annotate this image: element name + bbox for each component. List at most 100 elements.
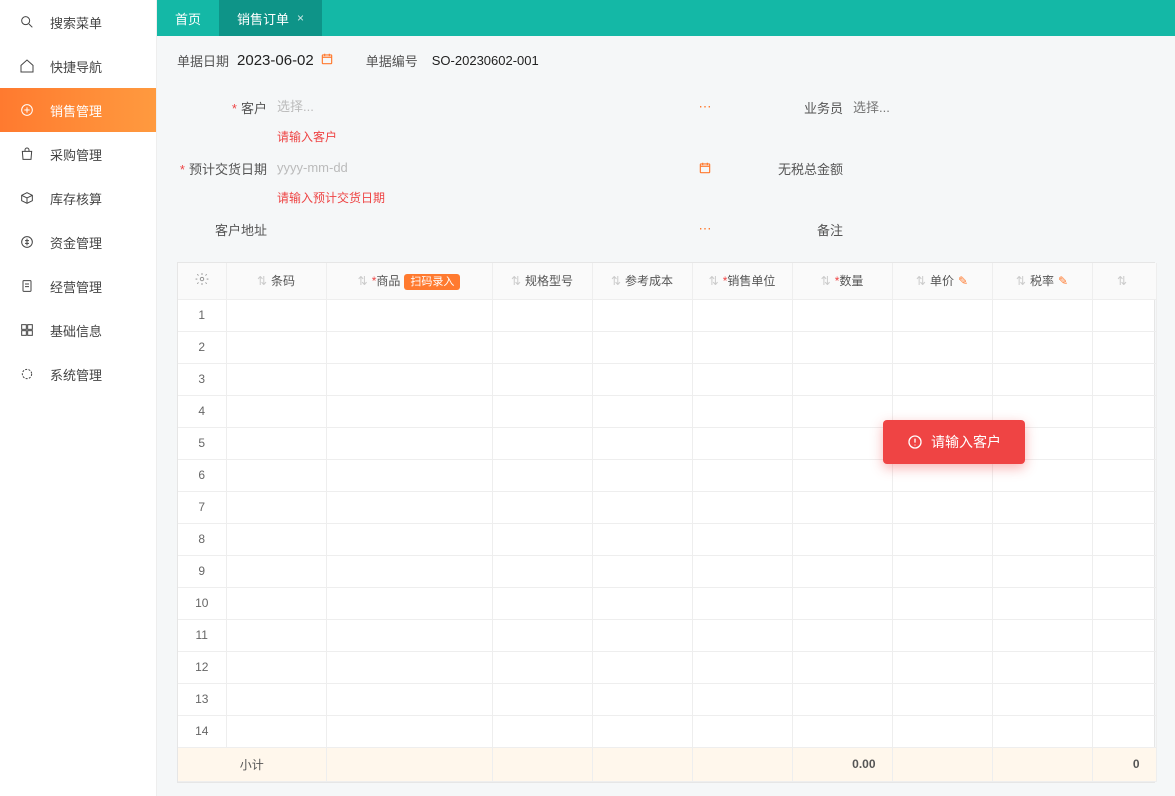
address-input[interactable] [277,214,697,244]
col-qty[interactable]: ⇅*数量 [792,263,892,299]
badge-icon [18,101,36,119]
sidebar-item-system[interactable]: 系统管理 [0,352,156,396]
remark-input[interactable] [853,214,1113,244]
table-header-row: ⇅条码 ⇅*商品扫码录入 ⇅规格型号 ⇅参考成本 ⇅*销售单位 ⇅*数量 ⇅单价… [178,263,1156,299]
tab-label: 首页 [175,9,201,28]
subtotal-last: 0 [1092,747,1156,781]
sidebar-item-operations[interactable]: 经营管理 [0,264,156,308]
row-number: 5 [178,427,226,459]
row-number: 11 [178,619,226,651]
sidebar: 搜索菜单 快捷导航 销售管理 采购管理 库存核算 资金管理 经营管理 基础信息 … [0,0,157,796]
row-number: 13 [178,683,226,715]
row-number: 6 [178,459,226,491]
doc-date-value[interactable]: 2023-06-02 [237,52,314,69]
error-toast: 请输入客户 [883,420,1025,464]
row-number: 14 [178,715,226,747]
warning-icon [907,434,923,450]
sidebar-item-label: 系统管理 [50,365,102,384]
salesman-input[interactable] [853,92,1113,122]
document-bar: 单据日期 2023-06-02 单据编号 SO-20230602-001 [157,36,1175,84]
box-icon [18,189,36,207]
table-row[interactable]: 11 [178,619,1156,651]
tabbar: 首页 销售订单 × [157,0,1175,36]
sidebar-item-label: 搜索菜单 [50,13,102,32]
tab-home[interactable]: 首页 [157,0,219,36]
edit-icon[interactable]: ✎ [958,274,968,288]
row-number: 7 [178,491,226,523]
sidebar-item-finance[interactable]: 资金管理 [0,220,156,264]
content: 单据日期 2023-06-02 单据编号 SO-20230602-001 客户 … [157,36,1175,796]
delivery-label: 预计交货日期 [177,159,277,178]
coin-icon [18,233,36,251]
grid-icon [18,321,36,339]
col-cost[interactable]: ⇅参考成本 [592,263,692,299]
picker-icon[interactable]: ⋯ [697,99,713,115]
sidebar-item-basicinfo[interactable]: 基础信息 [0,308,156,352]
salesman-label: 业务员 [773,98,853,117]
edit-icon[interactable]: ✎ [1058,274,1068,288]
doc-no-value: SO-20230602-001 [432,53,539,68]
sidebar-item-label: 基础信息 [50,321,102,340]
subtotal-qty: 0.00 [792,747,892,781]
row-number: 9 [178,555,226,587]
tab-sales-order[interactable]: 销售订单 × [219,0,322,36]
sidebar-item-label: 经营管理 [50,277,102,296]
home-icon [18,57,36,75]
subtotal-label: 小计 [178,747,326,781]
line-items-table: ⇅条码 ⇅*商品扫码录入 ⇅规格型号 ⇅参考成本 ⇅*销售单位 ⇅*数量 ⇅单价… [177,262,1155,783]
table-row[interactable]: 2 [178,331,1156,363]
col-unit[interactable]: ⇅*销售单位 [692,263,792,299]
sidebar-item-purchase[interactable]: 采购管理 [0,132,156,176]
sidebar-item-label: 库存核算 [50,189,102,208]
subtotal-row: 小计 0.00 0 [178,747,1156,781]
col-more[interactable]: ⇅ [1092,263,1156,299]
sidebar-item-inventory[interactable]: 库存核算 [0,176,156,220]
col-product[interactable]: ⇅*商品扫码录入 [326,263,492,299]
pretax-label: 无税总金额 [773,159,853,178]
gear-icon [18,365,36,383]
row-number: 1 [178,299,226,331]
table-row[interactable]: 7 [178,491,1156,523]
col-tax[interactable]: ⇅税率✎ [992,263,1092,299]
table-row[interactable]: 14 [178,715,1156,747]
customer-label: 客户 [177,98,277,117]
table-row[interactable]: 10 [178,587,1156,619]
row-number: 12 [178,651,226,683]
doc-date-label: 单据日期 [177,51,229,70]
calendar-icon[interactable] [697,161,713,175]
table-row[interactable]: 3 [178,363,1156,395]
table-row[interactable]: 8 [178,523,1156,555]
form: 客户 ⋯ 业务员 请输入客户 预计交货日期 无税总金额 [157,84,1175,256]
delivery-input[interactable] [277,153,697,183]
row-number: 2 [178,331,226,363]
doc-no-label: 单据编号 [366,51,418,70]
remark-label: 备注 [773,220,853,239]
sidebar-item-label: 销售管理 [50,101,102,120]
sidebar-item-sales[interactable]: 销售管理 [0,88,156,132]
clipboard-icon [18,277,36,295]
customer-input[interactable] [277,92,697,122]
col-price[interactable]: ⇅单价✎ [892,263,992,299]
picker-icon[interactable]: ⋯ [697,221,713,237]
delivery-error: 请输入预计交货日期 [177,189,1155,206]
row-number: 3 [178,363,226,395]
close-icon[interactable]: × [297,11,304,25]
settings-column[interactable] [178,263,226,299]
table-row[interactable]: 9 [178,555,1156,587]
table-row[interactable]: 12 [178,651,1156,683]
sidebar-item-search[interactable]: 搜索菜单 [0,0,156,44]
tab-label: 销售订单 [237,9,289,28]
toast-text: 请输入客户 [931,432,1001,452]
customer-error: 请输入客户 [177,128,1155,145]
sidebar-item-label: 快捷导航 [50,57,102,76]
main: 首页 销售订单 × 单据日期 2023-06-02 单据编号 SO-2023060… [157,0,1175,796]
calendar-icon[interactable] [320,52,334,69]
search-icon [18,13,36,31]
col-barcode[interactable]: ⇅条码 [226,263,326,299]
col-spec[interactable]: ⇅规格型号 [492,263,592,299]
table-row[interactable]: 13 [178,683,1156,715]
table-row[interactable]: 1 [178,299,1156,331]
sidebar-item-quicknav[interactable]: 快捷导航 [0,44,156,88]
pretax-input[interactable] [853,153,1113,183]
scan-button[interactable]: 扫码录入 [404,274,460,290]
